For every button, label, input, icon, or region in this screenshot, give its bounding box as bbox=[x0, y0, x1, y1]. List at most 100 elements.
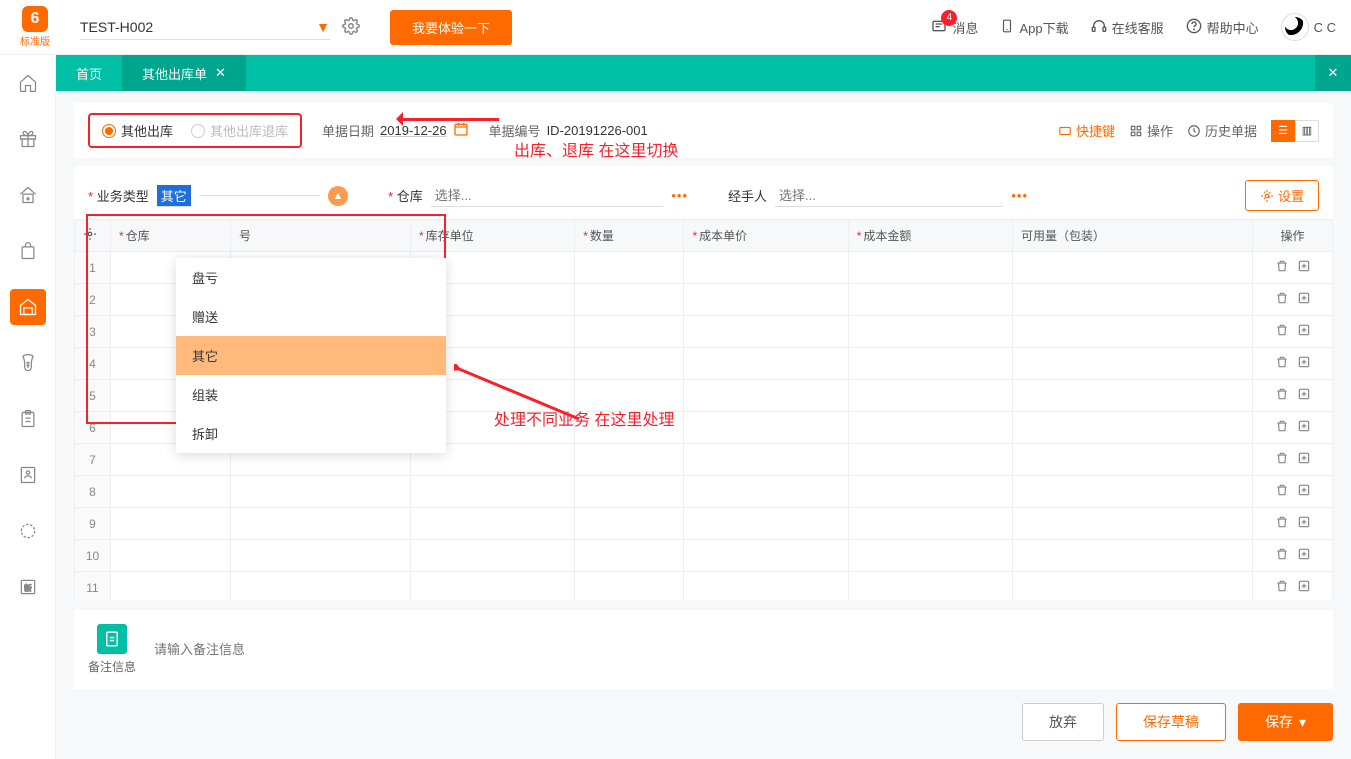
add-icon[interactable] bbox=[1297, 358, 1311, 372]
add-icon[interactable] bbox=[1297, 454, 1311, 468]
add-icon[interactable] bbox=[1297, 294, 1311, 308]
handler-input[interactable] bbox=[775, 185, 1003, 207]
more-icon[interactable]: ••• bbox=[1011, 188, 1028, 203]
remark-input[interactable] bbox=[154, 642, 1319, 657]
radio-icon bbox=[102, 124, 116, 138]
nav-money[interactable] bbox=[10, 345, 46, 381]
service-link[interactable]: 在线客服 bbox=[1091, 18, 1164, 37]
help-link[interactable]: 帮助中心 bbox=[1186, 18, 1259, 37]
table-row[interactable]: 11 bbox=[75, 572, 1333, 601]
tab-current[interactable]: 其他出库单 ✕ bbox=[122, 55, 246, 91]
toolbar-right: 快捷键 操作 历史单据 ☰ ▥ bbox=[1058, 120, 1319, 142]
footer-actions: 放弃 保存草稿 保存 ▾ bbox=[74, 689, 1333, 759]
table-row[interactable]: 8 bbox=[75, 476, 1333, 508]
nav-bag[interactable] bbox=[10, 233, 46, 269]
discard-button[interactable]: 放弃 bbox=[1022, 703, 1104, 741]
history-link[interactable]: 历史单据 bbox=[1187, 121, 1257, 140]
delete-icon[interactable] bbox=[1275, 294, 1289, 308]
radio-icon bbox=[191, 124, 205, 138]
delete-icon[interactable] bbox=[1275, 422, 1289, 436]
org-name: TEST-H002 bbox=[80, 19, 153, 35]
logo-icon: 6 bbox=[22, 6, 48, 32]
add-icon[interactable] bbox=[1297, 390, 1311, 404]
save-button[interactable]: 保存 ▾ bbox=[1238, 703, 1333, 741]
close-icon[interactable]: ✕ bbox=[215, 65, 226, 81]
nav-clipboard[interactable] bbox=[10, 401, 46, 437]
radio-outbound[interactable]: 其他出库 bbox=[102, 121, 173, 140]
nav-profile[interactable] bbox=[10, 457, 46, 493]
add-icon[interactable] bbox=[1297, 518, 1311, 532]
view-list-icon[interactable]: ☰ bbox=[1271, 120, 1295, 142]
org-selector[interactable]: TEST-H002 ▼ bbox=[80, 15, 330, 40]
chevron-down-icon: ▼ bbox=[316, 19, 330, 35]
radio-return[interactable]: 其他出库退库 bbox=[191, 121, 288, 140]
dropdown-item[interactable]: 赠送 bbox=[176, 297, 446, 336]
shortcut-link[interactable]: 快捷键 bbox=[1058, 121, 1115, 140]
view-grid-icon[interactable]: ▥ bbox=[1295, 120, 1319, 142]
gear-header[interactable] bbox=[75, 220, 111, 252]
delete-icon[interactable] bbox=[1275, 582, 1289, 596]
grid-area: * 业务类型 其它 ▲ * 仓库 ••• 经手人 ••• 设置 盘亏 bbox=[74, 166, 1333, 600]
delete-icon[interactable] bbox=[1275, 486, 1289, 500]
warehouse-field[interactable]: * 仓库 ••• bbox=[388, 185, 688, 207]
try-button[interactable]: 我要体验一下 bbox=[390, 10, 512, 45]
annotation-switch: 出库、退库 在这里切换 bbox=[514, 137, 678, 161]
delete-icon[interactable] bbox=[1275, 326, 1289, 340]
nav-dashed[interactable] bbox=[10, 513, 46, 549]
delete-icon[interactable] bbox=[1275, 518, 1289, 532]
dropdown-item[interactable]: 盘亏 bbox=[176, 258, 446, 297]
main: 其他出库 其他出库退库 单据日期 2019-12-26 单据编号 ID-2019… bbox=[56, 91, 1351, 759]
doc-type-radio-group: 其他出库 其他出库退库 bbox=[88, 113, 302, 148]
dropdown-item[interactable]: 组装 bbox=[176, 375, 446, 414]
messages-link[interactable]: 4 消息 bbox=[931, 18, 978, 37]
table-row[interactable]: 10 bbox=[75, 540, 1333, 572]
add-icon[interactable] bbox=[1297, 262, 1311, 276]
draft-button[interactable]: 保存草稿 bbox=[1116, 703, 1226, 741]
add-icon[interactable] bbox=[1297, 422, 1311, 436]
svg-text:新: 新 bbox=[24, 582, 32, 592]
nav-home[interactable] bbox=[10, 65, 46, 101]
add-icon[interactable] bbox=[1297, 486, 1311, 500]
app-download-link[interactable]: App下载 bbox=[1000, 18, 1068, 37]
edition-label: 标准版 bbox=[20, 33, 50, 48]
add-icon[interactable] bbox=[1297, 550, 1311, 564]
delete-icon[interactable] bbox=[1275, 454, 1289, 468]
add-icon[interactable] bbox=[1297, 582, 1311, 596]
setup-button[interactable]: 设置 bbox=[1245, 180, 1319, 211]
dropdown-item[interactable]: 拆卸 bbox=[176, 414, 446, 453]
top-header: 6 标准版 TEST-H002 ▼ 我要体验一下 4 消息 App下载 在线客服 bbox=[0, 0, 1351, 55]
warehouse-input[interactable] bbox=[431, 185, 664, 207]
nav-warehouse[interactable] bbox=[10, 289, 46, 325]
delete-icon[interactable] bbox=[1275, 390, 1289, 404]
biz-type-field[interactable]: * 业务类型 其它 ▲ bbox=[88, 185, 348, 207]
delete-icon[interactable] bbox=[1275, 358, 1289, 372]
biz-type-value: 其它 bbox=[157, 185, 191, 207]
delete-icon[interactable] bbox=[1275, 262, 1289, 276]
table-row[interactable]: 9 bbox=[75, 508, 1333, 540]
more-icon[interactable]: ••• bbox=[671, 188, 688, 203]
doc-code: 单据编号 ID-20191226-001 bbox=[489, 121, 648, 140]
handler-field[interactable]: 经手人 ••• bbox=[728, 185, 1028, 207]
nav-gift[interactable] bbox=[10, 121, 46, 157]
nav-in[interactable] bbox=[10, 177, 46, 213]
gear-icon[interactable] bbox=[342, 17, 360, 38]
note-icon bbox=[97, 624, 127, 654]
close-all-tabs[interactable]: ✕ bbox=[1315, 55, 1351, 91]
nav-new[interactable]: 新 bbox=[10, 569, 46, 605]
remark-section: 备注信息 bbox=[74, 610, 1333, 689]
chevron-up-icon[interactable]: ▲ bbox=[328, 186, 348, 206]
logo: 6 标准版 bbox=[15, 6, 55, 48]
help-icon bbox=[1186, 18, 1202, 37]
tab-home[interactable]: 首页 bbox=[56, 55, 122, 91]
tab-bar: 首页 其他出库单 ✕ ✕ bbox=[56, 55, 1351, 91]
delete-icon[interactable] bbox=[1275, 550, 1289, 564]
dropdown-item[interactable]: 其它 bbox=[176, 336, 446, 375]
left-nav: 新 bbox=[0, 55, 56, 759]
biz-type-dropdown: 盘亏 赠送 其它 组装 拆卸 bbox=[176, 258, 446, 453]
user-menu[interactable]: C C bbox=[1281, 13, 1336, 41]
add-icon[interactable] bbox=[1297, 326, 1311, 340]
header-right: 4 消息 App下载 在线客服 帮助中心 C C bbox=[931, 13, 1336, 41]
doc-date: 单据日期 2019-12-26 bbox=[322, 121, 469, 140]
operate-link[interactable]: 操作 bbox=[1129, 121, 1173, 140]
calendar-icon[interactable] bbox=[453, 121, 469, 140]
